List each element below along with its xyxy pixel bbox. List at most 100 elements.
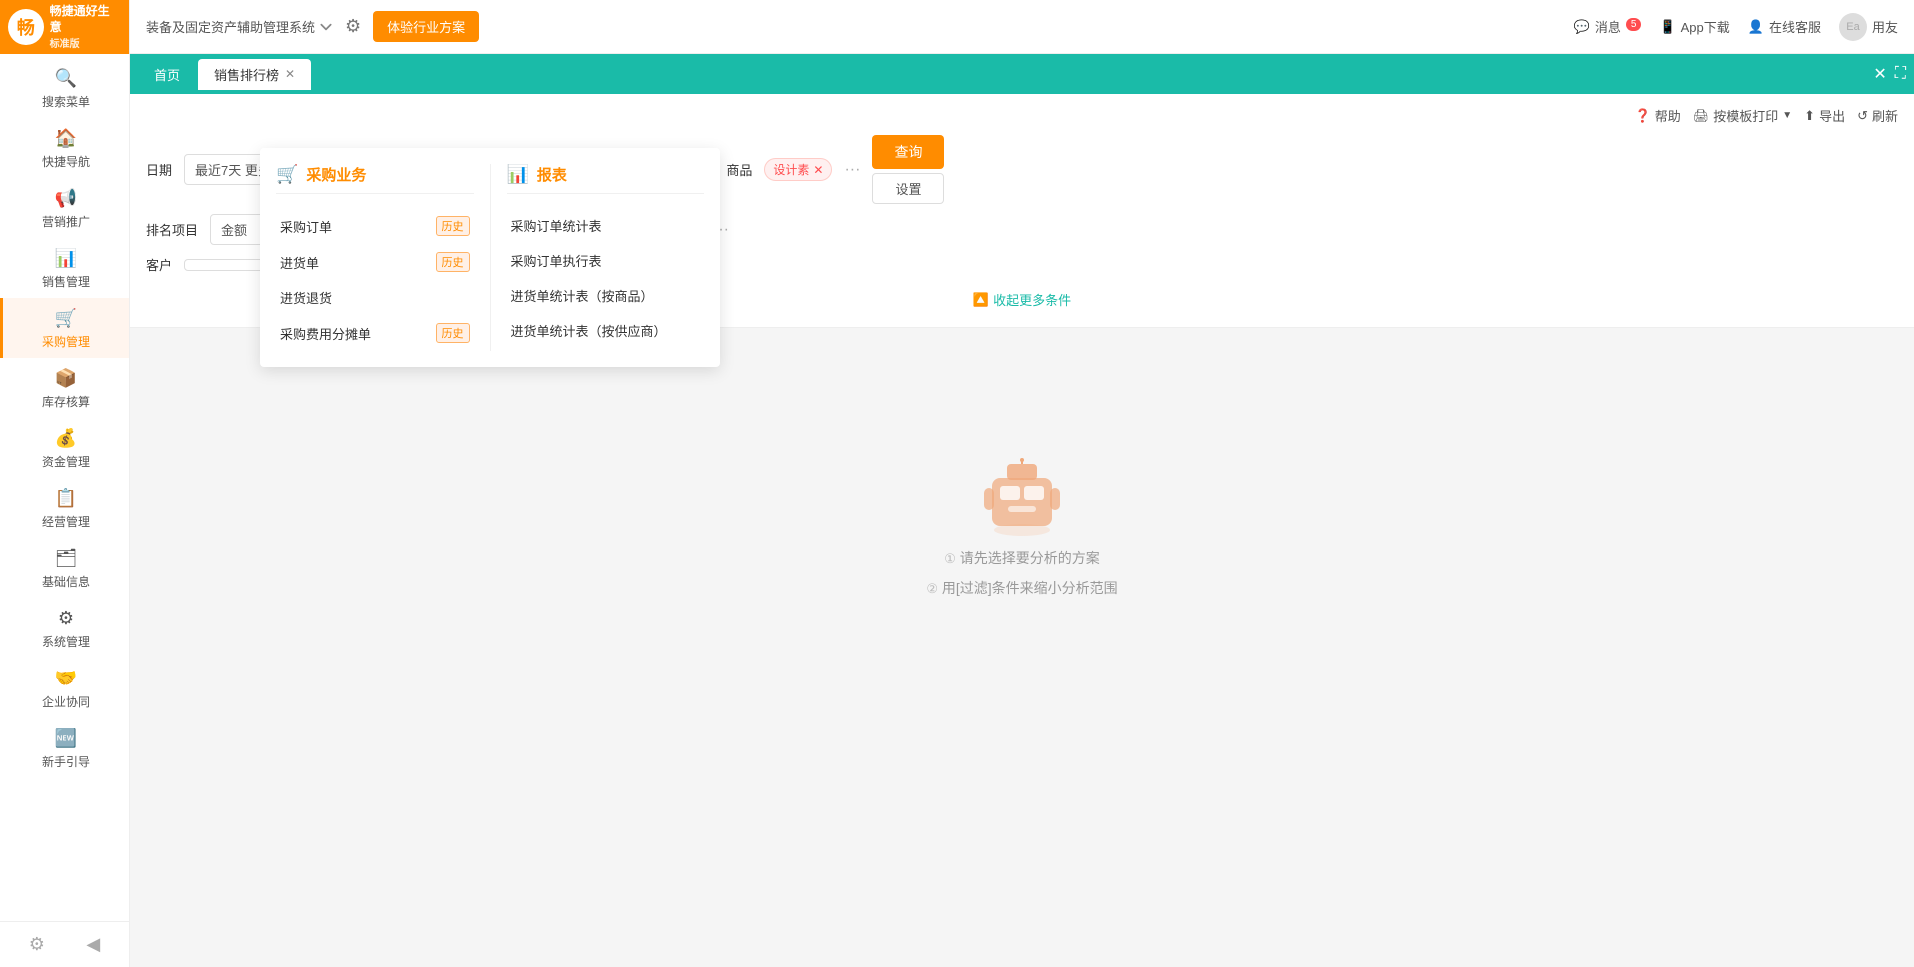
sidebar-item-operations[interactable]: 📋 经营管理 [0,478,129,538]
set-button[interactable]: 设置 [872,173,944,204]
dropdown-item-purchase-receipt[interactable]: 进货单 历史 [276,244,474,280]
sidebar-item-sales[interactable]: 📊 销售管理 [0,238,129,298]
filter-toolbar-row: ❓ 帮助 🖨 按模板打印 ▼ ⬆ 导出 ↺ 刷新 [146,106,1898,125]
newbie-icon: 🆕 [55,728,77,749]
tabbar-expand-icon[interactable]: ⛶ [1895,65,1906,83]
sidebar-item-purchase[interactable]: 🛒 采购管理 [0,298,129,358]
product-dots[interactable]: ··· [844,161,860,179]
print-icon: 🖨 [1693,108,1710,124]
logo-icon: 畅 [8,9,44,45]
sidebar-item-basic[interactable]: 🗂 基础信息 [0,538,129,598]
dropdown-item-purchase-fee[interactable]: 采购费用分摊单 历史 [276,315,474,351]
product-label: 商品 [726,160,752,179]
dropdown-item-purchase-order[interactable]: 采购订单 历史 [276,208,474,244]
query-btn-group: 查询 设置 [872,135,944,204]
topbar-gear-icon[interactable]: ⚙ [345,16,361,37]
export-btn[interactable]: ⬆ 导出 [1804,106,1845,125]
sidebar-item-quicknav-label: 快捷导航 [42,153,90,170]
product-tag-close[interactable]: ✕ [813,163,823,177]
tab-close-icon[interactable]: ✕ [285,67,295,81]
empty-illustration [972,458,1072,538]
sidebar-item-funds[interactable]: 💰 资金管理 [0,418,129,478]
sidebar-settings-btn[interactable]: ⚙ [29,934,45,955]
report-4-label: 进货单统计表（按供应商） [511,321,701,340]
topbar-right: 💬 消息 5 📱 App下载 👤 在线客服 Ea 用友 [1574,13,1898,41]
sidebar-item-search-label: 搜索菜单 [42,93,90,110]
sidebar-item-quicknav[interactable]: 🏠 快捷导航 [0,118,129,178]
tab-home-label: 首页 [154,65,180,84]
refresh-btn[interactable]: ↺ 刷新 [1857,106,1898,125]
system-icon: ⚙ [58,608,74,629]
operations-icon: 📋 [55,488,77,509]
tabbar-close-icon[interactable]: ✕ [1873,64,1886,84]
report-1-label: 采购订单统计表 [511,216,701,235]
print-label: 按模板打印 [1713,106,1778,125]
topbar-message-label: 消息 [1595,17,1621,36]
toolbar-right: ❓ 帮助 🖨 按模板打印 ▼ ⬆ 导出 ↺ 刷新 [1635,106,1898,125]
topbar-title: 装备及固定资产辅助管理系统 [146,17,315,36]
marketing-icon: 📢 [55,188,77,209]
purchase-dropdown-menu: 🛒 采购业务 采购订单 历史 进货单 历史 进货退货 采购费用分摊单 历史 [260,148,720,367]
sidebar-collapse-btn[interactable]: ◀ [86,934,100,955]
topbar-user[interactable]: Ea 用友 [1839,13,1898,41]
empty-state: ① 请先选择要分析的方案 ② 用[过滤]条件来缩小分析范围 [130,328,1914,728]
purchase-order-label: 采购订单 [280,217,436,236]
refresh-label: 刷新 [1872,106,1898,125]
topbar-title-dropdown[interactable]: 装备及固定资产辅助管理系统 [146,17,333,36]
purchase-order-history-badge: 历史 [436,216,470,236]
dropdown-item-report-1[interactable]: 采购订单统计表 [507,208,705,243]
purchase-fee-history-badge: 历史 [436,323,470,343]
sidebar-item-marketing[interactable]: 📢 营销推广 [0,178,129,238]
topbar-user-label: 用友 [1872,17,1898,36]
export-label: 导出 [1819,106,1845,125]
topbar-app[interactable]: 📱 App下载 [1659,17,1729,36]
sidebar-item-system[interactable]: ⚙ 系统管理 [0,598,129,658]
logo-name: 畅捷通好生意 [50,4,121,35]
dropdown-item-report-4[interactable]: 进货单统计表（按供应商） [507,313,705,348]
tabbar: 首页 销售排行榜 ✕ ✕ ⛶ [130,54,1914,94]
topbar-service-label: 在线客服 [1769,17,1821,36]
logo-sub: 标准版 [50,35,121,50]
search-icon: 🔍 [55,68,77,89]
sidebar-item-collab[interactable]: 🤝 企业协同 [0,658,129,718]
help-icon: ❓ [1635,108,1651,124]
service-icon: 👤 [1748,19,1764,35]
sidebar-item-operations-label: 经营管理 [42,513,90,530]
basic-icon: 🗂 [55,548,78,569]
topbar-message[interactable]: 💬 消息 5 [1574,17,1642,36]
sidebar-item-basic-label: 基础信息 [42,573,90,590]
query-button[interactable]: 查询 [872,135,944,169]
product-tag: 设计素 ✕ [764,158,832,181]
dropdown-item-purchase-return[interactable]: 进货退货 [276,280,474,315]
print-dropdown-icon: ▼ [1782,110,1792,121]
sidebar-item-sales-label: 销售管理 [42,273,90,290]
help-label: 帮助 [1655,106,1681,125]
topbar: 装备及固定资产辅助管理系统 ⚙ 体验行业方案 💬 消息 5 📱 App下载 👤 … [130,0,1914,54]
topbar-service[interactable]: 👤 在线客服 [1748,17,1821,36]
sidebar-item-purchase-label: 采购管理 [42,333,90,350]
report-3-label: 进货单统计表（按商品） [511,286,701,305]
sidebar-item-inventory[interactable]: 📦 库存核算 [0,358,129,418]
product-tag-text: 设计素 [773,161,809,178]
funds-icon: 💰 [55,428,77,449]
collapse-label: 收起更多条件 [993,290,1071,309]
tab-sales-rank[interactable]: 销售排行榜 ✕ [198,59,311,90]
industry-btn[interactable]: 体验行业方案 [373,11,479,42]
sidebar-item-search[interactable]: 🔍 搜索菜单 [0,58,129,118]
empty-hint2: ② 用[过滤]条件来缩小分析范围 [926,578,1117,598]
dropdown-item-report-2[interactable]: 采购订单执行表 [507,243,705,278]
inventory-icon: 📦 [55,368,77,389]
purchase-business-header: 🛒 采购业务 [276,164,474,194]
collab-icon: 🤝 [55,668,77,689]
dropdown-item-report-3[interactable]: 进货单统计表（按商品） [507,278,705,313]
content-area: ❓ 帮助 🖨 按模板打印 ▼ ⬆ 导出 ↺ 刷新 [130,94,1914,967]
message-icon: 💬 [1574,19,1590,35]
sidebar-item-newbie[interactable]: 🆕 新手引导 [0,718,129,778]
sales-icon: 📊 [55,248,77,269]
print-btn[interactable]: 🖨 按模板打印 ▼ [1693,106,1792,125]
home-icon: 🏠 [55,128,77,149]
sidebar-item-system-label: 系统管理 [42,633,90,650]
tab-home[interactable]: 首页 [138,59,196,90]
help-btn[interactable]: ❓ 帮助 [1635,106,1681,125]
rank-item-label: 排名项目 [146,220,198,239]
